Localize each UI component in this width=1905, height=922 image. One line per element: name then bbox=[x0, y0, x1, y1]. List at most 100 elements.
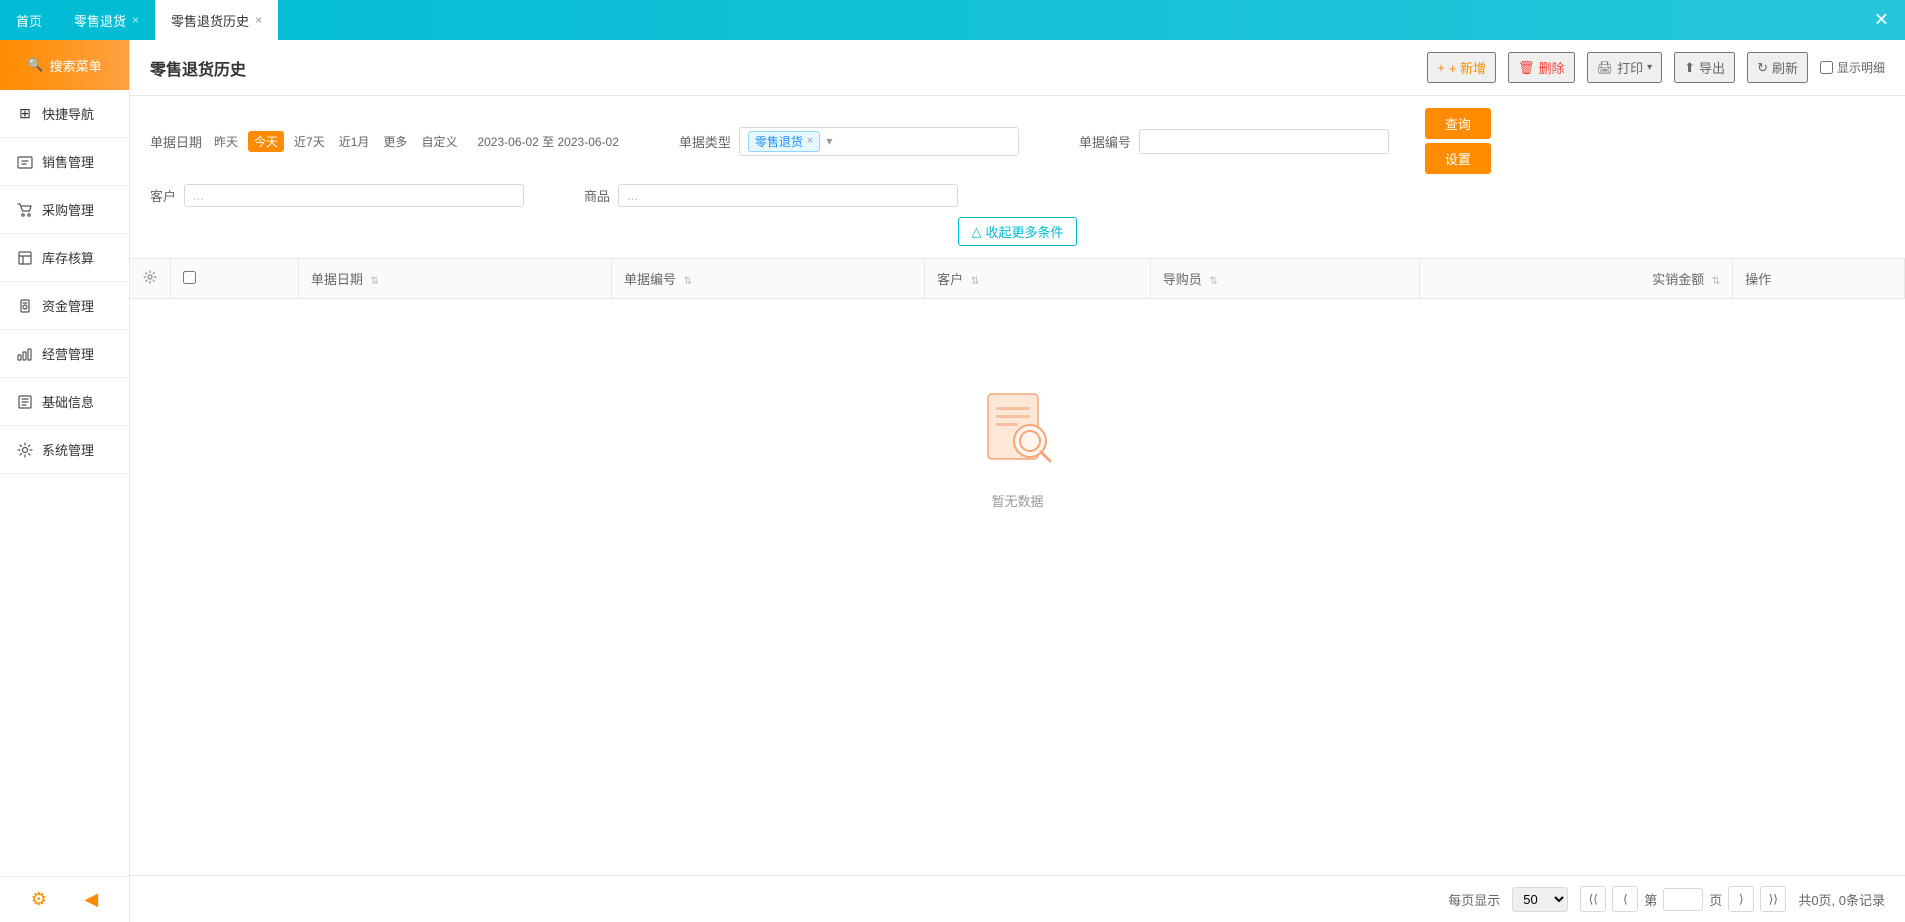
window-close-icon[interactable]: ✕ bbox=[1874, 10, 1889, 31]
th-voucher-no-sort-icon: ⇅ bbox=[684, 276, 692, 287]
date-option-today[interactable]: 今天 bbox=[248, 131, 284, 152]
print-button[interactable]: 🖨 打印 ▾ bbox=[1587, 52, 1663, 83]
last-page-button[interactable]: ⟩⟩ bbox=[1760, 886, 1786, 912]
table-container: 单据日期 ⇅ 单据编号 ⇅ 客户 ⇅ 导购员 ⇅ bbox=[130, 259, 1905, 875]
content-area: 零售退货历史 + + 新增 🗑 删除 🖨 打印 ▾ ⬆ 导出 bbox=[130, 40, 1905, 922]
sidebar: 🔍 搜索菜单 ⊞ 快捷导航 销售管理 采购管理 库存核算 bbox=[0, 40, 130, 922]
sidebar-item-system[interactable]: 系统管理 bbox=[0, 426, 129, 474]
sidebar-item-quick-nav[interactable]: ⊞ 快捷导航 bbox=[0, 90, 129, 138]
empty-text: 暂无数据 bbox=[991, 491, 1043, 510]
main-layout: 🔍 搜索菜单 ⊞ 快捷导航 销售管理 采购管理 库存核算 bbox=[0, 40, 1905, 922]
query-settings-group: 查询 设置 bbox=[1425, 108, 1491, 174]
tab-retail-return-label: 零售退货 bbox=[74, 11, 126, 30]
voucher-type-tag: 零售退货 × bbox=[748, 131, 820, 152]
prev-page-button[interactable]: ⟨ bbox=[1612, 886, 1638, 912]
voucher-type-dropdown-icon: ▾ bbox=[826, 134, 832, 148]
data-table: 单据日期 ⇅ 单据编号 ⇅ 客户 ⇅ 导购员 ⇅ bbox=[130, 259, 1905, 299]
refresh-button[interactable]: ↻ 刷新 bbox=[1747, 52, 1808, 83]
page-size-select[interactable]: 20 50 100 bbox=[1512, 887, 1568, 912]
settings-button[interactable]: 设置 bbox=[1425, 143, 1491, 174]
goods-placeholder: ... bbox=[627, 188, 949, 203]
th-customer[interactable]: 客户 ⇅ bbox=[925, 259, 1151, 299]
sidebar-item-basic-info[interactable]: 基础信息 bbox=[0, 378, 129, 426]
date-option-7days[interactable]: 近7天 bbox=[290, 131, 329, 152]
page-size-label: 每页显示 bbox=[1448, 890, 1500, 909]
delete-button[interactable]: 🗑 删除 bbox=[1508, 52, 1575, 83]
sidebar-item-sales-label: 销售管理 bbox=[42, 152, 94, 171]
table-footer: 每页显示 20 50 100 ⟨⟨ ⟨ 第 1 页 ⟩ ⟩⟩ 共0页, 0条记录 bbox=[130, 875, 1905, 922]
collapse-button[interactable]: △ 收起更多条件 bbox=[958, 217, 1076, 246]
sidebar-item-purchase[interactable]: 采购管理 bbox=[0, 186, 129, 234]
collapse-icon: △ bbox=[971, 224, 981, 240]
print-icon: 🖨 bbox=[1597, 60, 1614, 76]
sidebar-item-finance[interactable]: 资金管理 bbox=[0, 282, 129, 330]
export-button[interactable]: ⬆ 导出 bbox=[1674, 52, 1735, 83]
sidebar-item-finance-label: 资金管理 bbox=[42, 296, 94, 315]
refresh-icon: ↻ bbox=[1757, 60, 1768, 76]
select-all-checkbox[interactable] bbox=[183, 271, 196, 284]
sidebar-item-inventory[interactable]: 库存核算 bbox=[0, 234, 129, 282]
new-icon: + bbox=[1437, 60, 1445, 75]
display-detail-toggle[interactable]: 显示明细 bbox=[1820, 59, 1885, 76]
sidebar-item-operations-label: 经营管理 bbox=[42, 344, 94, 363]
th-date-sort-icon: ⇅ bbox=[371, 276, 379, 287]
page-number-input[interactable]: 1 bbox=[1663, 888, 1703, 911]
th-checkbox[interactable] bbox=[171, 259, 299, 299]
tab-home[interactable]: 首页 bbox=[0, 0, 58, 40]
th-customer-sort-icon: ⇅ bbox=[971, 276, 979, 287]
tab-retail-return[interactable]: 零售退货 × bbox=[58, 0, 155, 40]
th-operations: 操作 bbox=[1733, 259, 1905, 299]
th-voucher-no[interactable]: 单据编号 ⇅ bbox=[612, 259, 925, 299]
filter-area: 单据日期 昨天 今天 近7天 近1月 更多 自定义 2023-06-02 至 2… bbox=[130, 96, 1905, 259]
th-actual-amount[interactable]: 实销金额 ⇅ bbox=[1420, 259, 1733, 299]
goods-input[interactable]: ... bbox=[618, 184, 958, 207]
sidebar-item-sales[interactable]: 销售管理 bbox=[0, 138, 129, 186]
page-title: 零售退货历史 bbox=[150, 56, 246, 80]
th-actual-amount-label: 实销金额 bbox=[1652, 272, 1704, 287]
tab-retail-return-history-label: 零售退货历史 bbox=[171, 11, 249, 30]
sidebar-item-purchase-label: 采购管理 bbox=[42, 200, 94, 219]
inventory-icon bbox=[16, 249, 34, 267]
date-option-more[interactable]: 更多 bbox=[379, 131, 411, 152]
sales-icon bbox=[16, 153, 34, 171]
print-chevron-icon: ▾ bbox=[1647, 62, 1652, 73]
operations-icon bbox=[16, 345, 34, 363]
settings-gear-icon[interactable]: ⚙ bbox=[31, 889, 47, 910]
finance-icon bbox=[16, 297, 34, 315]
th-settings[interactable] bbox=[130, 259, 171, 299]
sidebar-item-system-label: 系统管理 bbox=[42, 440, 94, 459]
date-option-yesterday[interactable]: 昨天 bbox=[210, 131, 242, 152]
customer-input[interactable]: ... bbox=[184, 184, 524, 207]
tab-retail-return-history-close[interactable]: × bbox=[255, 13, 262, 27]
tab-retail-return-history[interactable]: 零售退货历史 × bbox=[155, 0, 278, 40]
sidebar-item-operations[interactable]: 经营管理 bbox=[0, 330, 129, 378]
voucher-type-input[interactable]: 零售退货 × ▾ bbox=[739, 127, 1019, 156]
system-icon bbox=[16, 441, 34, 459]
pagination-controls: ⟨⟨ ⟨ 第 1 页 ⟩ ⟩⟩ bbox=[1580, 886, 1786, 912]
collapse-label: 收起更多条件 bbox=[985, 222, 1063, 241]
tab-retail-return-close[interactable]: × bbox=[132, 13, 139, 27]
quick-nav-icon: ⊞ bbox=[16, 105, 34, 123]
display-detail-label: 显示明细 bbox=[1837, 59, 1885, 76]
th-actual-amount-sort-icon: ⇅ bbox=[1712, 276, 1720, 287]
tab-home-label: 首页 bbox=[16, 11, 42, 30]
customer-filter: 客户 ... bbox=[150, 184, 524, 207]
next-page-button[interactable]: ⟩ bbox=[1728, 886, 1754, 912]
th-guide-label: 导购员 bbox=[1163, 272, 1202, 287]
first-page-button[interactable]: ⟨⟨ bbox=[1580, 886, 1606, 912]
voucher-type-filter: 单据类型 零售退货 × ▾ bbox=[679, 127, 1019, 156]
date-filter: 单据日期 昨天 今天 近7天 近1月 更多 自定义 2023-06-02 至 2… bbox=[150, 131, 619, 152]
display-detail-checkbox[interactable] bbox=[1820, 61, 1833, 74]
sidebar-search[interactable]: 🔍 搜索菜单 bbox=[0, 40, 129, 90]
voucher-no-input[interactable] bbox=[1139, 129, 1389, 154]
voucher-type-tag-remove[interactable]: × bbox=[807, 135, 813, 147]
new-button[interactable]: + + 新增 bbox=[1427, 52, 1496, 83]
sidebar-bottom: ⚙ ◀ bbox=[0, 876, 129, 922]
collapse-sidebar-icon[interactable]: ◀ bbox=[84, 889, 98, 910]
th-guide[interactable]: 导购员 ⇅ bbox=[1150, 259, 1419, 299]
th-date[interactable]: 单据日期 ⇅ bbox=[298, 259, 611, 299]
query-button[interactable]: 查询 bbox=[1425, 108, 1491, 139]
page-unit: 页 bbox=[1709, 890, 1722, 909]
date-option-1month[interactable]: 近1月 bbox=[335, 131, 374, 152]
date-option-custom[interactable]: 自定义 bbox=[417, 131, 461, 152]
